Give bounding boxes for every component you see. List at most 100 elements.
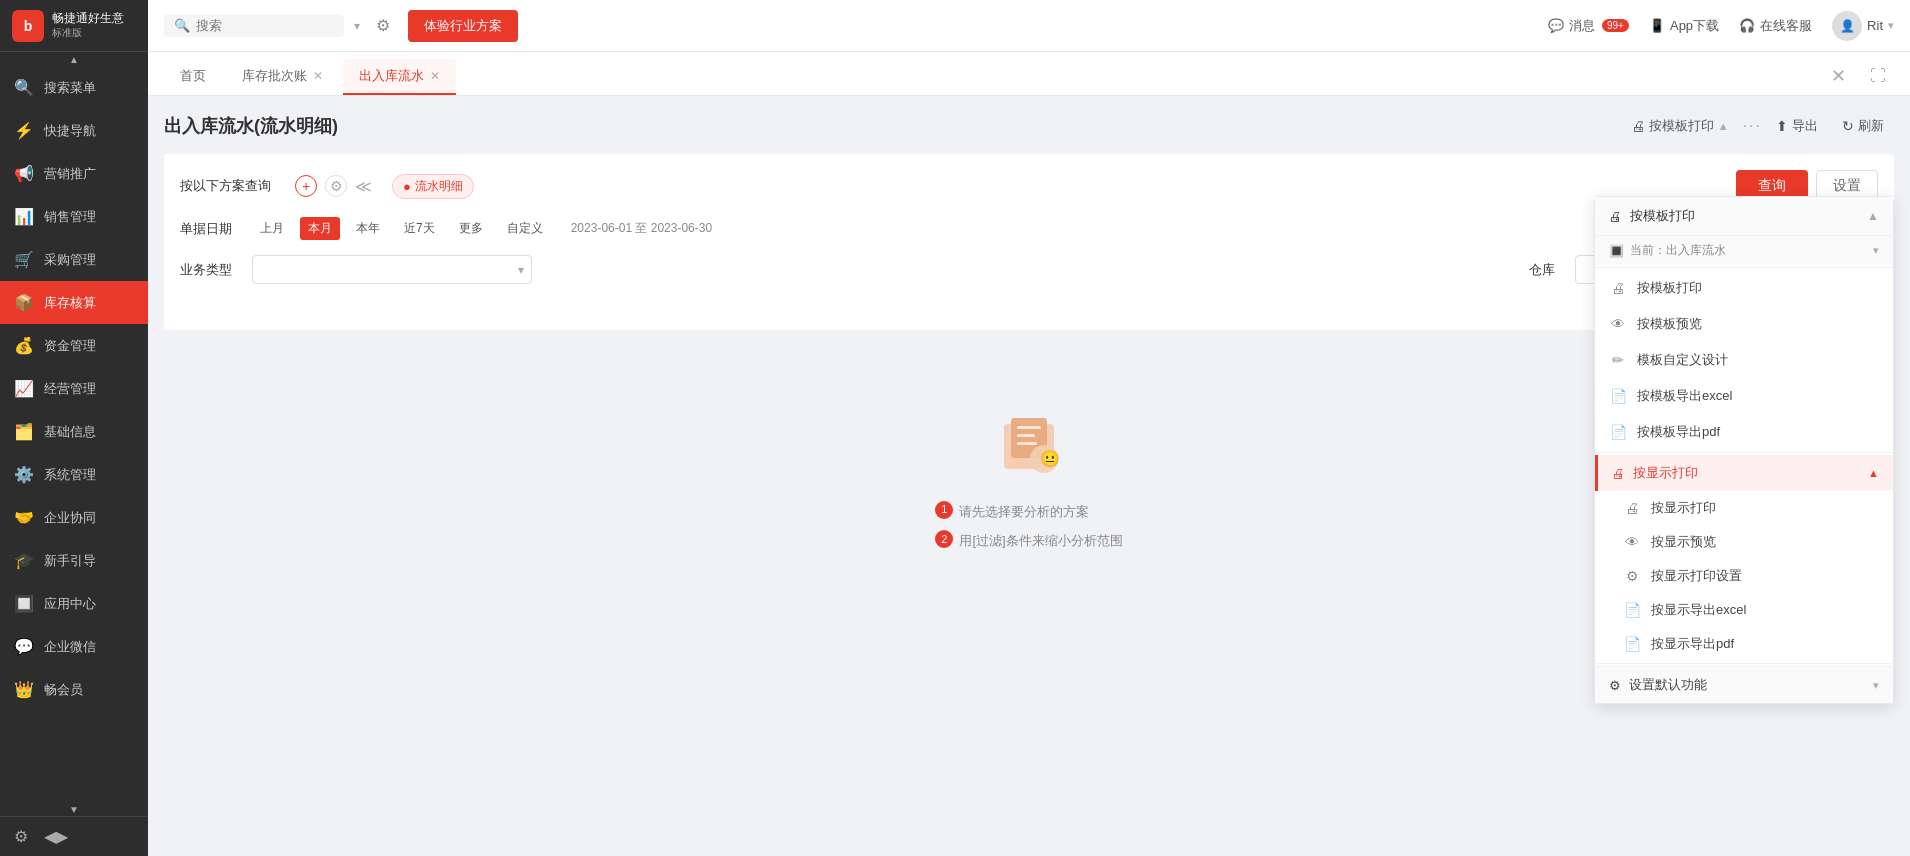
- operation-icon: 📈: [14, 379, 34, 398]
- sidebar-item-finance[interactable]: 💰 资金管理: [0, 324, 148, 367]
- filter-actions: + ⚙ ≪: [295, 175, 372, 197]
- sidebar-item-purchase[interactable]: 🛒 采购管理: [0, 238, 148, 281]
- app-logo: b 畅捷通好生意 标准版: [0, 0, 148, 52]
- customer-service-item[interactable]: 🎧 在线客服: [1739, 17, 1812, 35]
- sidebar-item-label: 采购管理: [44, 251, 96, 269]
- sidebar-item-label: 库存核算: [44, 294, 96, 312]
- svg-rect-4: [1017, 442, 1037, 445]
- search-chevron-icon[interactable]: ▾: [354, 19, 360, 33]
- refresh-label: 刷新: [1858, 117, 1884, 135]
- more-dots[interactable]: ···: [1743, 117, 1762, 135]
- sidebar-item-inventory[interactable]: 📦 库存核算: [0, 281, 148, 324]
- display-preview-label: 按显示预览: [1651, 533, 1716, 551]
- content-area: 出入库流水(流水明细) 🖨 按模板打印 ▲ ··· ⬆ 导出 ↻ 刷: [148, 96, 1910, 856]
- tab-home[interactable]: 首页: [164, 59, 222, 95]
- dropdown-display-section-header[interactable]: 🖨 按显示打印 ▲: [1595, 455, 1893, 491]
- dropdown-template-preview[interactable]: 👁 按模板预览: [1595, 306, 1893, 342]
- sidebar-item-search[interactable]: 🔍 搜索菜单: [0, 66, 148, 109]
- divider-2: [1595, 452, 1893, 453]
- template-preview-label: 按模板预览: [1637, 315, 1702, 333]
- sidebar-item-label: 新手引导: [44, 552, 96, 570]
- app-download-item[interactable]: 📱 App下载: [1649, 17, 1719, 35]
- dropdown-footer[interactable]: ⚙ 设置默认功能 ▾: [1595, 666, 1893, 703]
- display-section-chevron: ▲: [1868, 467, 1879, 479]
- filter-collapse-icon[interactable]: ≪: [355, 177, 372, 196]
- sidebar-item-marketing[interactable]: 📢 营销推广: [0, 152, 148, 195]
- app-download-label: App下载: [1670, 17, 1719, 35]
- sidebar-item-collab[interactable]: 🤝 企业协同: [0, 496, 148, 539]
- guide-icon: 🎓: [14, 551, 34, 570]
- app-name: 畅捷通好生意: [52, 11, 124, 27]
- industry-solution-button[interactable]: 体验行业方案: [408, 10, 518, 42]
- date-filter-group: 上月 本月 本年 近7天 更多 自定义: [252, 217, 551, 240]
- filter-tag-label: 流水明细: [415, 178, 463, 195]
- tip-item-2: 2 用[过滤]条件来缩小分析范围: [935, 529, 1122, 552]
- action-group: 🖨 按模板打印 ▲ ··· ⬆ 导出 ↻ 刷新: [1621, 112, 1894, 140]
- dropdown-display-export-excel[interactable]: 📄 按显示导出excel: [1595, 593, 1893, 627]
- message-item[interactable]: 💬 消息 99+: [1548, 17, 1629, 35]
- template-print-action[interactable]: 🖨 按模板打印 ▲: [1621, 112, 1739, 140]
- date-btn-this-year[interactable]: 本年: [348, 217, 388, 240]
- sidebar-item-operation[interactable]: 📈 经营管理: [0, 367, 148, 410]
- tab-close-all-icon[interactable]: ✕: [1823, 61, 1854, 91]
- filter-add-button[interactable]: +: [295, 175, 317, 197]
- tip-num-2: 2: [935, 530, 953, 548]
- date-btn-custom[interactable]: 自定义: [499, 217, 551, 240]
- dropdown-template-print[interactable]: 🖨 按模板打印: [1595, 270, 1893, 306]
- sidebar-item-guide[interactable]: 🎓 新手引导: [0, 539, 148, 582]
- current-icon: 🔳: [1609, 244, 1624, 258]
- user-name-label: Rit: [1867, 18, 1883, 33]
- dropdown-display-preview[interactable]: 👁 按显示预览: [1595, 525, 1893, 559]
- biz-type-select[interactable]: [252, 255, 532, 284]
- template-excel-label: 按模板导出excel: [1637, 387, 1732, 405]
- template-custom-label: 模板自定义设计: [1637, 351, 1728, 369]
- sidebar-item-app-center[interactable]: 🔲 应用中心: [0, 582, 148, 625]
- filter-settings-icon[interactable]: ⚙: [325, 175, 347, 197]
- svg-text:😐: 😐: [1040, 449, 1060, 468]
- date-btn-last-month[interactable]: 上月: [252, 217, 292, 240]
- sidebar-item-label: 销售管理: [44, 208, 96, 226]
- customer-service-icon: 🎧: [1739, 18, 1755, 33]
- topbar-search-input[interactable]: [196, 18, 316, 33]
- topbar-gear-icon[interactable]: ⚙: [376, 16, 390, 35]
- dropdown-display-print-settings[interactable]: ⚙ 按显示打印设置: [1595, 559, 1893, 593]
- export-action[interactable]: ⬆ 导出: [1766, 112, 1828, 140]
- dropdown-template-export-excel[interactable]: 📄 按模板导出excel: [1595, 378, 1893, 414]
- dropdown-template-custom[interactable]: ✏ 模板自定义设计: [1595, 342, 1893, 378]
- refresh-action[interactable]: ↻ 刷新: [1832, 112, 1894, 140]
- dropdown-display-print[interactable]: 🖨 按显示打印: [1595, 491, 1893, 525]
- dropdown-current-row: 🔳 当前：出入库流水 ▾: [1595, 236, 1893, 265]
- empty-state-icon: 😐: [989, 404, 1069, 484]
- sidebar-item-member[interactable]: 👑 畅会员: [0, 668, 148, 711]
- logo-icon: b: [12, 10, 44, 42]
- sidebar-item-quick-nav[interactable]: ⚡ 快捷导航: [0, 109, 148, 152]
- tab-flow-close[interactable]: ✕: [430, 69, 440, 83]
- dropdown-template-export-pdf[interactable]: 📄 按模板导出pdf: [1595, 414, 1893, 450]
- dropdown-header[interactable]: 🖨 按模板打印 ▲: [1595, 197, 1893, 236]
- tab-batch-account[interactable]: 库存批次账 ✕: [226, 59, 339, 95]
- settings-bottom-icon[interactable]: ⚙: [14, 827, 28, 846]
- dropdown-display-export-pdf[interactable]: 📄 按显示导出pdf: [1595, 627, 1893, 661]
- collapse-sidebar-icon[interactable]: ◀▶: [44, 827, 68, 846]
- date-btn-this-month[interactable]: 本月: [300, 217, 340, 240]
- tab-batch-account-close[interactable]: ✕: [313, 69, 323, 83]
- sidebar-item-basic[interactable]: 🗂️ 基础信息: [0, 410, 148, 453]
- tab-flow[interactable]: 出入库流水 ✕: [343, 59, 456, 95]
- tip-item-1: 1 请先选择要分析的方案: [935, 500, 1122, 523]
- tab-batch-account-label: 库存批次账: [242, 67, 307, 85]
- sidebar-item-weixin[interactable]: 💬 企业微信: [0, 625, 148, 668]
- tab-maximize-icon[interactable]: ⛶: [1862, 63, 1894, 89]
- sidebar-item-system[interactable]: ⚙️ 系统管理: [0, 453, 148, 496]
- date-range-label: 2023-06-01 至 2023-06-30: [571, 220, 712, 237]
- sidebar-item-sales[interactable]: 📊 销售管理: [0, 195, 148, 238]
- template-print-chevron: ▲: [1718, 120, 1729, 132]
- sidebar-item-label: 企业微信: [44, 638, 96, 656]
- sidebar-item-label: 企业协同: [44, 509, 96, 527]
- sales-icon: 📊: [14, 207, 34, 226]
- scroll-down-btn[interactable]: ▼: [0, 802, 148, 816]
- biz-type-label: 业务类型: [180, 261, 232, 279]
- scroll-up-btn[interactable]: ▲: [0, 52, 148, 66]
- date-btn-7days[interactable]: 近7天: [396, 217, 443, 240]
- user-profile-item[interactable]: 👤 Rit ▾: [1832, 11, 1894, 41]
- date-btn-more[interactable]: 更多: [451, 217, 491, 240]
